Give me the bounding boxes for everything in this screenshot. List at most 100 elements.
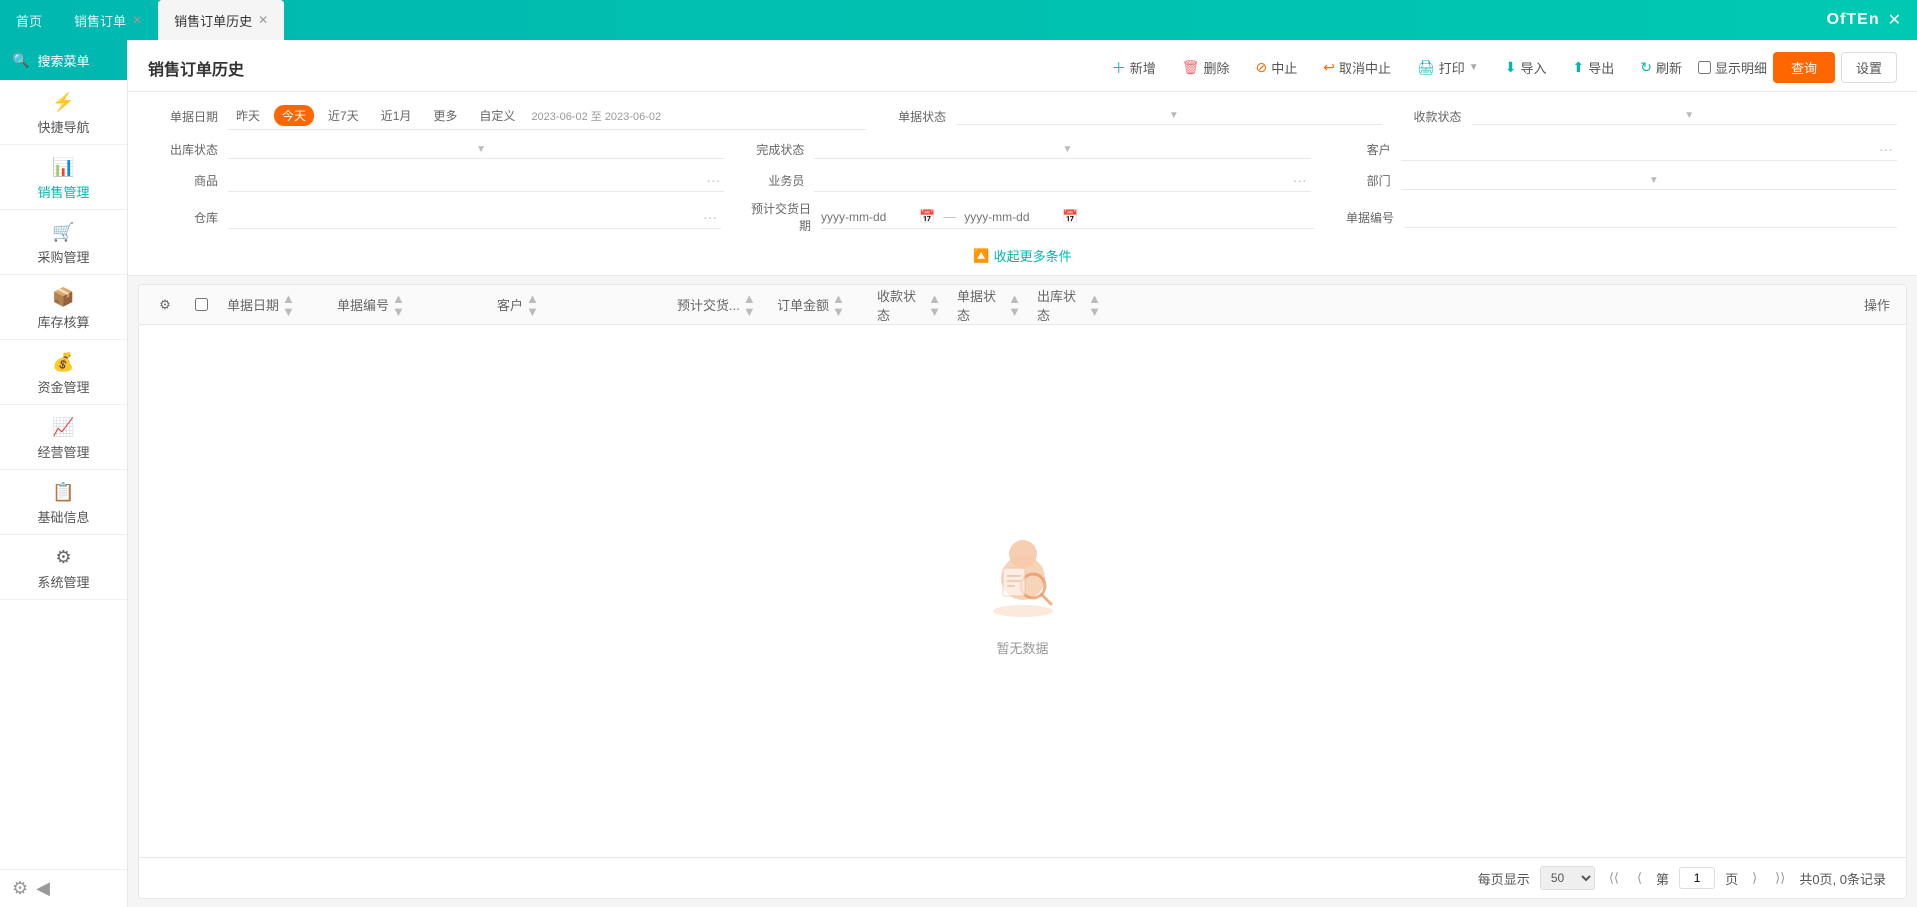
th-number-sort-icon[interactable]: ▲▼ <box>392 292 405 318</box>
stop-icon: ⊘ <box>1256 59 1268 76</box>
th-delivery[interactable]: 预计交货... ▲▼ <box>669 292 769 318</box>
salesperson-input[interactable] <box>814 173 1288 187</box>
filter-row-4: 仓库 ··· 预计交货日期 📅 — 📅 单据编号 <box>148 200 1897 234</box>
th-checkbox[interactable] <box>183 298 219 311</box>
chip-today[interactable]: 今天 <box>274 105 314 126</box>
sidebar-collapse-icon[interactable]: ◀ <box>36 878 50 899</box>
product-dots-icon[interactable]: ··· <box>702 172 724 188</box>
filter-bill-status[interactable]: ▼ <box>956 107 1381 125</box>
btn-print[interactable]: 🖨 打印 ▼ <box>1407 54 1489 81</box>
topbar-close-icon[interactable]: ✕ <box>1888 10 1901 30</box>
th-customer[interactable]: 客户 ▲▼ <box>489 292 669 318</box>
btn-new[interactable]: ＋ 新增 <box>1102 54 1166 82</box>
content-area: 销售订单历史 ＋ 新增 🗑 删除 ⊘ 中止 ↩ 取消中止 <box>128 40 1917 907</box>
th-action-label: 操作 <box>1864 295 1890 314</box>
th-settings[interactable]: ⚙ <box>147 297 183 313</box>
chip-custom[interactable]: 自定义 <box>471 105 523 126</box>
sidebar-item-basic-info[interactable]: 📋 基础信息 <box>0 470 127 535</box>
th-status[interactable]: 单据状态 ▲▼ <box>949 286 1029 324</box>
delivery-date-start[interactable] <box>821 210 911 224</box>
btn-delete[interactable]: 🗑 删除 <box>1172 54 1240 81</box>
bill-number-input[interactable] <box>1404 210 1897 224</box>
sidebar-item-inventory[interactable]: 📦 库存核算 <box>0 275 127 340</box>
table-settings-icon[interactable]: ⚙ <box>159 297 171 313</box>
btn-query[interactable]: 查询 <box>1773 52 1835 83</box>
sidebar-item-operations[interactable]: 📈 经营管理 <box>0 405 127 470</box>
customer-dots-icon[interactable]: ··· <box>1875 141 1897 157</box>
settings-gear-icon[interactable]: ⚙ <box>12 878 28 899</box>
sidebar-item-sales[interactable]: 📊 销售管理 <box>0 145 127 210</box>
page-prev-btn[interactable]: ⟨ <box>1633 868 1646 888</box>
chip-7days[interactable]: 近7天 <box>320 105 367 126</box>
inventory-icon: 📦 <box>52 287 74 308</box>
btn-refresh[interactable]: ↻ 刷新 <box>1630 54 1692 81</box>
page-title: 销售订单历史 <box>148 56 244 80</box>
th-customer-sort-icon[interactable]: ▲▼ <box>526 292 539 318</box>
page-number-input[interactable] <box>1679 867 1715 889</box>
filter-product[interactable]: ··· <box>228 169 724 192</box>
display-detail-checkbox[interactable] <box>1698 61 1711 74</box>
th-warehouse-status[interactable]: 出库状态 ▲▼ <box>1029 286 1109 324</box>
filter-customer[interactable]: ··· <box>1401 138 1897 161</box>
sidebar-search[interactable]: 🔍 搜索菜单 <box>0 40 127 80</box>
th-number[interactable]: 单据编号 ▲▼ <box>329 292 489 318</box>
select-all-checkbox[interactable] <box>195 298 208 311</box>
sidebar-item-finance[interactable]: 💰 资金管理 <box>0 340 127 405</box>
filter-salesperson[interactable]: ··· <box>814 169 1310 192</box>
tab-sales-order-history-close[interactable]: ✕ <box>258 13 268 27</box>
warehouse-input[interactable] <box>228 210 699 224</box>
th-date[interactable]: 单据日期 ▲▼ <box>219 292 329 318</box>
th-payment[interactable]: 收款状态 ▲▼ <box>869 286 949 324</box>
chip-yesterday[interactable]: 昨天 <box>228 105 268 126</box>
customer-input[interactable] <box>1401 142 1875 156</box>
filter-warehouse[interactable]: ··· <box>228 206 721 229</box>
btn-export[interactable]: ⬆ 导出 <box>1562 54 1624 81</box>
th-amount-sort-icon[interactable]: ▲▼ <box>832 292 845 318</box>
filter-bill-number[interactable] <box>1404 207 1897 228</box>
delivery-date-end[interactable] <box>964 210 1054 224</box>
product-input[interactable] <box>228 173 702 187</box>
filter-label-delivery-date: 预计交货日期 <box>741 200 821 234</box>
filter-complete-status[interactable]: ▼ <box>814 141 1310 159</box>
tab-sales-order[interactable]: 销售订单 ✕ <box>58 0 158 40</box>
sidebar-item-purchase[interactable]: 🛒 采购管理 <box>0 210 127 275</box>
date-range-display: 2023-06-02 至 2023-06-02 <box>531 108 661 124</box>
salesperson-dots-icon[interactable]: ··· <box>1289 172 1311 188</box>
calendar-start-icon[interactable]: 📅 <box>919 209 935 225</box>
collapse-bar[interactable]: 🔼 收起更多条件 <box>148 242 1897 265</box>
sidebar-search-label: 搜索菜单 <box>37 51 89 70</box>
page-size-select[interactable]: 50 10 20 100 <box>1540 866 1595 890</box>
th-date-sort-icon[interactable]: ▲▼ <box>282 292 295 318</box>
filter-department[interactable]: ▼ <box>1401 172 1897 190</box>
btn-setting[interactable]: 设置 <box>1841 52 1897 83</box>
complete-status-arrow-icon: ▼ <box>1063 144 1311 155</box>
filter-row-2: 出库状态 ▼ 完成状态 ▼ 客户 ··· <box>148 138 1897 161</box>
page-first-btn[interactable]: ⟨⟨ <box>1605 868 1623 888</box>
table-body-empty: 暂无数据 <box>139 325 1906 857</box>
collapse-up-icon: 🔼 <box>973 248 989 264</box>
tab-sales-order-close[interactable]: ✕ <box>132 13 142 27</box>
filter-label-date: 单据日期 <box>148 108 228 125</box>
page-last-btn[interactable]: ⟩⟩ <box>1771 868 1789 888</box>
sidebar-item-system[interactable]: ⚙ 系统管理 <box>0 535 127 600</box>
th-status-sort-icon[interactable]: ▲▼ <box>1008 292 1021 318</box>
btn-stop[interactable]: ⊘ 中止 <box>1246 54 1308 81</box>
th-amount[interactable]: 订单金额 ▲▼ <box>769 292 869 318</box>
th-delivery-sort-icon[interactable]: ▲▼ <box>743 292 756 318</box>
warehouse-dots-icon[interactable]: ··· <box>699 209 721 225</box>
btn-import[interactable]: ⬇ 导入 <box>1495 54 1557 81</box>
tab-home[interactable]: 首页 <box>0 0 58 40</box>
chip-more[interactable]: 更多 <box>425 105 465 126</box>
filter-payment-status[interactable]: ▼ <box>1472 107 1897 125</box>
chip-1month[interactable]: 近1月 <box>373 105 420 126</box>
calendar-end-icon[interactable]: 📅 <box>1062 209 1078 225</box>
sidebar-item-quick-nav[interactable]: ⚡ 快捷导航 <box>0 80 127 145</box>
filter-warehouse-status[interactable]: ▼ <box>228 141 724 159</box>
filter-label-department: 部门 <box>1331 172 1401 189</box>
display-detail-toggle[interactable]: 显示明细 <box>1698 58 1767 77</box>
th-warehouse-sort-icon[interactable]: ▲▼ <box>1088 292 1101 318</box>
page-next-btn[interactable]: ⟩ <box>1748 868 1761 888</box>
btn-cancel-stop[interactable]: ↩ 取消中止 <box>1313 54 1401 81</box>
tab-sales-order-history[interactable]: 销售订单历史 ✕ <box>158 0 284 40</box>
th-payment-sort-icon[interactable]: ▲▼ <box>928 292 941 318</box>
